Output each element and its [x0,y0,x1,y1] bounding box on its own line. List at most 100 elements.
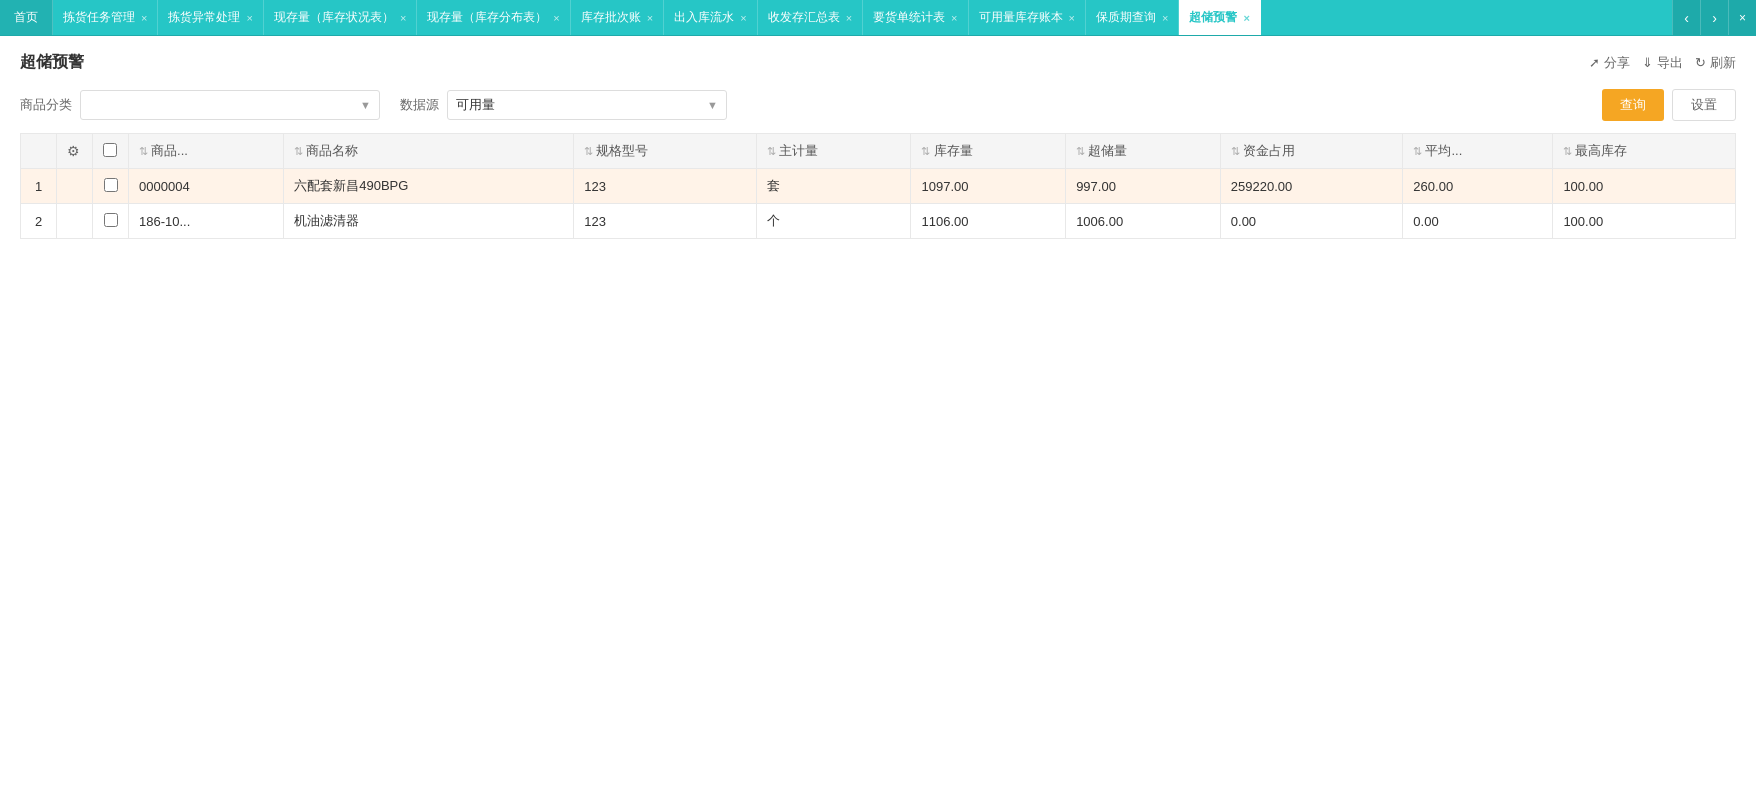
nav-left-arrow[interactable]: ‹ [1672,0,1700,36]
nav-tab-close-current-dist[interactable]: × [553,12,559,24]
td-product_code: 0000004 [129,169,284,204]
category-label: 商品分类 [20,96,72,114]
select-all-checkbox[interactable] [103,143,117,157]
query-button[interactable]: 查询 [1602,89,1664,121]
nav-tab-close-tuo-abnormal[interactable]: × [246,12,252,24]
td-stock_qty: 1106.00 [911,204,1066,239]
nav-arrows: ‹ › × [1672,0,1756,36]
nav-tab-label-tuo-task: 拣货任务管理 [63,9,135,26]
th-label-overstock_qty: 超储量 [1088,143,1127,158]
nav-tab-close-tuo-task[interactable]: × [141,12,147,24]
nav-tab-label-in-out-flow: 出入库流水 [674,9,734,26]
td-overstock_qty: 997.00 [1066,169,1221,204]
nav-tab-tuo-task[interactable]: 拣货任务管理 × [53,0,158,36]
refresh-action[interactable]: ↻ 刷新 [1695,54,1736,72]
nav-tab-close-in-out-flow[interactable]: × [740,12,746,24]
th-label-capital_occupied: 资金占用 [1243,143,1295,158]
nav-tab-close-current-stock[interactable]: × [400,12,406,24]
export-icon: ⇓ [1642,55,1653,70]
nav-tab-label-home: 首页 [14,9,38,26]
row-checkbox[interactable] [104,178,118,192]
nav-tab-label-avail-stock: 可用量库存账本 [979,9,1063,26]
th-settings[interactable]: ⚙ [57,134,93,169]
nav-tab-avail-stock[interactable]: 可用量库存账本 × [969,0,1086,36]
td-capital_occupied: 259220.00 [1220,169,1403,204]
nav-tab-stock-batch[interactable]: 库存批次账 × [571,0,664,36]
nav-tab-label-stock-batch: 库存批次账 [581,9,641,26]
th-capital_occupied[interactable]: 资金占用 [1220,134,1403,169]
nav-tab-label-current-stock: 现存量（库存状况表） [274,9,394,26]
th-row-num [21,134,57,169]
nav-tab-current-dist[interactable]: 现存量（库存分布表） × [417,0,570,36]
nav-tab-close-order-stat[interactable]: × [951,12,957,24]
nav-tab-label-order-stat: 要货单统计表 [873,9,945,26]
filter-buttons: 查询 设置 [1602,89,1736,121]
th-overstock_qty[interactable]: 超储量 [1066,134,1221,169]
share-action[interactable]: ➚ 分享 [1589,54,1630,72]
nav-tab-label-tuo-abnormal: 拣货异常处理 [168,9,240,26]
td-settings [57,169,93,204]
th-label-spec: 规格型号 [596,143,648,158]
td-capital_occupied: 0.00 [1220,204,1403,239]
nav-tab-label-current-dist: 现存量（库存分布表） [427,9,547,26]
nav-tab-close-quality-check[interactable]: × [1162,12,1168,24]
td-product_name: 六配套新昌490BPG [284,169,574,204]
settings-button[interactable]: 设置 [1672,89,1736,121]
nav-tab-recv-send[interactable]: 收发存汇总表 × [758,0,863,36]
th-label-stock_qty: 库存量 [934,143,973,158]
nav-tab-current-stock[interactable]: 现存量（库存状况表） × [264,0,417,36]
nav-tab-home[interactable]: 首页 [0,0,53,36]
nav-tab-label-recv-send: 收发存汇总表 [768,9,840,26]
export-action[interactable]: ⇓ 导出 [1642,54,1683,72]
refresh-icon: ↻ [1695,55,1706,70]
td-stock_qty: 1097.00 [911,169,1066,204]
nav-tab-label-quality-check: 保质期查询 [1096,9,1156,26]
td-unit: 套 [756,169,911,204]
td-product_name: 机油滤清器 [284,204,574,239]
th-label-avg: 平均... [1425,143,1462,158]
table-body: 10000004六配套新昌490BPG123套1097.00997.002592… [21,169,1736,239]
datasource-select[interactable]: 可用量 ▼ [447,90,727,120]
th-label-product_name: 商品名称 [306,143,358,158]
td-product_code: 186-10... [129,204,284,239]
datasource-chevron-icon: ▼ [707,99,718,111]
nav-tab-close-overstock-warning[interactable]: × [1243,12,1249,24]
page-title: 超储预警 [20,52,84,73]
nav-tab-in-out-flow[interactable]: 出入库流水 × [664,0,757,36]
nav-tab-order-stat[interactable]: 要货单统计表 × [863,0,968,36]
nav-tab-close-recv-send[interactable]: × [846,12,852,24]
datasource-label: 数据源 [400,96,439,114]
th-spec[interactable]: 规格型号 [574,134,757,169]
nav-tab-tuo-abnormal[interactable]: 拣货异常处理 × [158,0,263,36]
th-product_name[interactable]: 商品名称 [284,134,574,169]
nav-tab-overstock-warning[interactable]: 超储预警 × [1179,0,1260,36]
share-icon: ➚ [1589,55,1600,70]
td-unit: 个 [756,204,911,239]
page-content: 超储预警 ➚ 分享 ⇓ 导出 ↻ 刷新 商品分类 ▼ 数据源 [0,36,1756,800]
nav-tab-close-avail-stock[interactable]: × [1069,12,1075,24]
td-settings [57,204,93,239]
th-checkbox [93,134,129,169]
td-row-num: 2 [21,204,57,239]
td-overstock_qty: 1006.00 [1066,204,1221,239]
td-avg: 0.00 [1403,204,1553,239]
table-row: 10000004六配套新昌490BPG123套1097.00997.002592… [21,169,1736,204]
nav-close-all[interactable]: × [1728,0,1756,36]
th-label-product_code: 商品... [151,143,188,158]
nav-right-arrow[interactable]: › [1700,0,1728,36]
nav-tab-close-stock-batch[interactable]: × [647,12,653,24]
nav-tab-quality-check[interactable]: 保质期查询 × [1086,0,1179,36]
th-max_stock[interactable]: 最高库存 [1553,134,1736,169]
th-label-unit: 主计量 [779,143,818,158]
th-unit[interactable]: 主计量 [756,134,911,169]
row-checkbox[interactable] [104,213,118,227]
th-avg[interactable]: 平均... [1403,134,1553,169]
td-spec: 123 [574,204,757,239]
nav-tab-label-overstock-warning: 超储预警 [1189,9,1237,26]
category-select[interactable]: ▼ [80,90,380,120]
top-nav: 首页拣货任务管理×拣货异常处理×现存量（库存状况表）×现存量（库存分布表）×库存… [0,0,1756,36]
gear-icon[interactable]: ⚙ [67,143,80,159]
category-chevron-icon: ▼ [360,99,371,111]
th-product_code[interactable]: 商品... [129,134,284,169]
th-stock_qty[interactable]: 库存量 [911,134,1066,169]
